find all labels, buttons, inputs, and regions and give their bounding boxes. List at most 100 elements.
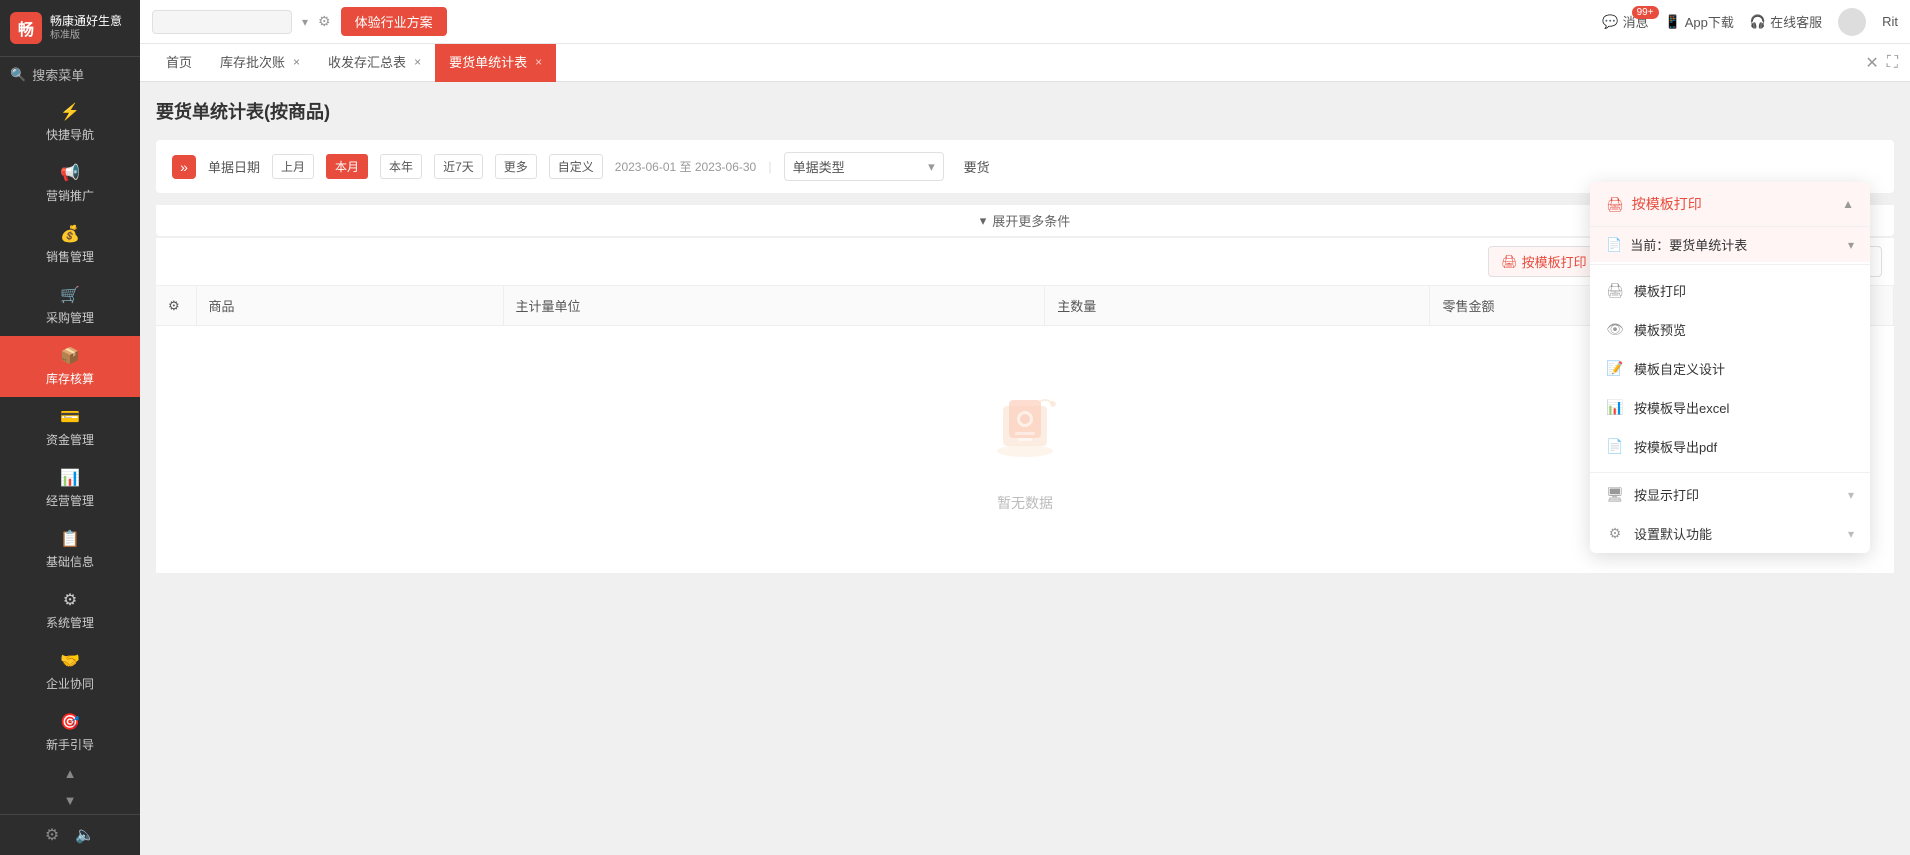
sidebar-item-shortcut[interactable]: ⚡ 快捷导航	[0, 92, 140, 153]
expand-more-icon: ▾	[980, 213, 987, 229]
col-settings-icon[interactable]: ⚙	[168, 298, 180, 313]
dropdown-divider-2	[1590, 472, 1870, 473]
sidebar-item-operation[interactable]: 📊 经营管理	[0, 458, 140, 519]
pdf-icon: 📄	[1606, 438, 1624, 455]
date-btn-7days[interactable]: 近7天	[434, 154, 483, 179]
sidebar-search[interactable]: 🔍 搜索菜单	[0, 57, 140, 92]
sidebar-item-finance[interactable]: 💳 资金管理	[0, 397, 140, 458]
set-default-icon: ⚙	[1606, 525, 1624, 542]
shortcut-icon: ⚡	[60, 102, 80, 122]
dropdown-item-template-preview[interactable]: 👁 模板预览	[1590, 310, 1870, 349]
dropdown-print-icon: 🖨	[1606, 196, 1624, 213]
dropdown-collapse-icon[interactable]: ▲	[1842, 197, 1854, 211]
preview-icon: 👁	[1606, 321, 1624, 338]
sidebar-item-purchase[interactable]: 🛒 采购管理	[0, 275, 140, 336]
sidebar-nav: ⚡ 快捷导航 📢 营销推广 💰 销售管理 🛒 采购管理 📦 库存核算 💳 资金管…	[0, 92, 140, 760]
finance-icon: 💳	[60, 407, 80, 427]
current-template-label[interactable]: 📄 当前：要货单统计表 ▾	[1590, 227, 1870, 262]
excel-icon: 📊	[1606, 399, 1624, 416]
dropdown-item-template-pdf[interactable]: 📄 按模板导出pdf	[1590, 427, 1870, 466]
type-filter-chevron-icon: ▾	[928, 159, 935, 175]
print-icon: 🖨	[1501, 254, 1518, 270]
sidebar-item-basic[interactable]: 📋 基础信息	[0, 519, 140, 580]
col-settings[interactable]: ⚙	[156, 286, 196, 326]
sound-icon[interactable]: 🔈	[75, 825, 95, 845]
main-area: ▾ ⚙ 体验行业方案 💬 消息 99+ 📱 App下载 🎧 在线客服 Rit 首…	[140, 0, 1910, 855]
topbar: ▾ ⚙ 体验行业方案 💬 消息 99+ 📱 App下载 🎧 在线客服 Rit	[140, 0, 1910, 44]
settings-bottom-icon[interactable]: ⚙	[45, 825, 59, 845]
topbar-username[interactable]: Rit	[1882, 14, 1898, 29]
tab-inventory-batch[interactable]: 库存批次账 ×	[206, 44, 314, 82]
topbar-avatar[interactable]	[1838, 8, 1866, 36]
page-content: 要货单统计表(按商品) » 单据日期 上月 本月 本年 近7天 更多 自定义 2…	[140, 82, 1910, 855]
col-unit: 主计量单位	[503, 286, 1045, 326]
sidebar-item-cooperation[interactable]: 🤝 企业协同	[0, 641, 140, 702]
sidebar-scroll-up[interactable]: ▲	[0, 760, 140, 787]
tab-close-all-icon[interactable]: ✕	[1865, 53, 1878, 73]
marketing-icon: 📢	[60, 163, 80, 183]
dropdown-item-template-design[interactable]: 📝 模板自定义设计	[1590, 349, 1870, 388]
inventory-icon: 📦	[60, 346, 80, 366]
topbar-settings-icon[interactable]: ⚙	[318, 13, 331, 30]
app-download-icon: 📱	[1665, 14, 1681, 30]
sales-icon: 💰	[60, 224, 80, 244]
cooperation-icon: 🤝	[60, 651, 80, 671]
topbar-app-download[interactable]: 📱 App下载	[1665, 12, 1734, 31]
date-btn-more[interactable]: 更多	[495, 154, 537, 179]
sidebar-item-system[interactable]: ⚙ 系统管理	[0, 580, 140, 641]
dropdown-item-template-print[interactable]: 🖨 模板打印	[1590, 271, 1870, 310]
date-btn-this-year[interactable]: 本年	[380, 154, 422, 179]
system-icon: ⚙	[63, 590, 77, 610]
design-icon: 📝	[1606, 360, 1624, 377]
topbar-online-service[interactable]: 🎧 在线客服	[1750, 12, 1822, 31]
dropdown-item-display-print[interactable]: 🖥 按显示打印 ▾	[1590, 475, 1870, 514]
dropdown-section-items: 🖨 模板打印 👁 模板预览 📝 模板自定义设计 📊 按模板导出excel 📄	[1590, 267, 1870, 470]
display-icon: 🖥	[1606, 486, 1624, 503]
date-btn-this-month[interactable]: 本月	[326, 154, 368, 179]
operation-icon: 📊	[60, 468, 80, 488]
topbar-search-chevron[interactable]: ▾	[302, 15, 308, 29]
tab-receipt-summary[interactable]: 收发存汇总表 ×	[314, 44, 435, 82]
sidebar-item-marketing[interactable]: 📢 营销推广	[0, 153, 140, 214]
topbar-search-input[interactable]	[152, 10, 292, 34]
topbar-msg[interactable]: 💬 消息 99+	[1602, 12, 1648, 31]
topbar-search-wrap	[152, 10, 292, 34]
date-filter-label: 单据日期	[208, 157, 260, 176]
sidebar-item-inventory[interactable]: 📦 库存核算	[0, 336, 140, 397]
date-range-text: 2023-06-01 至 2023-06-30	[615, 158, 756, 175]
logo-text: 畅康通好生意 标准版	[50, 13, 122, 44]
empty-icon	[985, 386, 1065, 481]
dropdown-header-left: 🖨 按模板打印	[1606, 194, 1702, 214]
dropdown-divider-1	[1590, 264, 1870, 265]
purchase-icon: 🛒	[60, 285, 80, 305]
sidebar-item-guide[interactable]: 🎯 新手引导	[0, 702, 140, 760]
tabbar: 首页 库存批次账 × 收发存汇总表 × 要货单统计表 × ✕ ⛶	[140, 44, 1910, 82]
tab-order-stats-close[interactable]: ×	[535, 55, 542, 69]
page-title: 要货单统计表(按商品)	[156, 98, 1894, 124]
empty-text: 暂无数据	[997, 493, 1053, 513]
tab-expand-icon[interactable]: ⛶	[1887, 54, 1898, 72]
industry-btn[interactable]: 体验行业方案	[341, 7, 447, 36]
app-logo[interactable]: 畅 畅康通好生意 标准版	[0, 0, 140, 57]
date-btn-last-month[interactable]: 上月	[272, 154, 314, 179]
tab-order-stats[interactable]: 要货单统计表 ×	[435, 44, 556, 82]
tab-home[interactable]: 首页	[152, 44, 206, 82]
search-icon: 🔍	[10, 67, 26, 83]
current-label-chevron: ▾	[1848, 238, 1854, 252]
tab-inventory-batch-close[interactable]: ×	[293, 55, 300, 69]
dropdown-item-set-default[interactable]: ⚙ 设置默认功能 ▾	[1590, 514, 1870, 553]
sidebar-scroll-down[interactable]: ▼	[0, 787, 140, 814]
sidebar-item-sales[interactable]: 💰 销售管理	[0, 214, 140, 275]
display-print-left: 🖥 按显示打印	[1606, 485, 1699, 504]
tab-receipt-summary-close[interactable]: ×	[414, 55, 421, 69]
date-btn-custom[interactable]: 自定义	[549, 154, 603, 179]
dropdown-item-template-excel[interactable]: 📊 按模板导出excel	[1590, 388, 1870, 427]
type-filter-select[interactable]: 单据类型 ▾	[784, 152, 944, 181]
print-dropdown: 🖨 按模板打印 ▲ 📄 当前：要货单统计表 ▾ 🖨 模板打印 👁	[1590, 182, 1870, 553]
tabbar-right: ✕ ⛶	[1865, 53, 1898, 73]
dropdown-header: 🖨 按模板打印 ▲	[1590, 182, 1870, 227]
guide-icon: 🎯	[60, 712, 80, 732]
set-default-chevron-icon: ▾	[1848, 527, 1854, 541]
filter-expand-btn[interactable]: »	[172, 155, 196, 179]
col-quantity: 主数量	[1045, 286, 1430, 326]
